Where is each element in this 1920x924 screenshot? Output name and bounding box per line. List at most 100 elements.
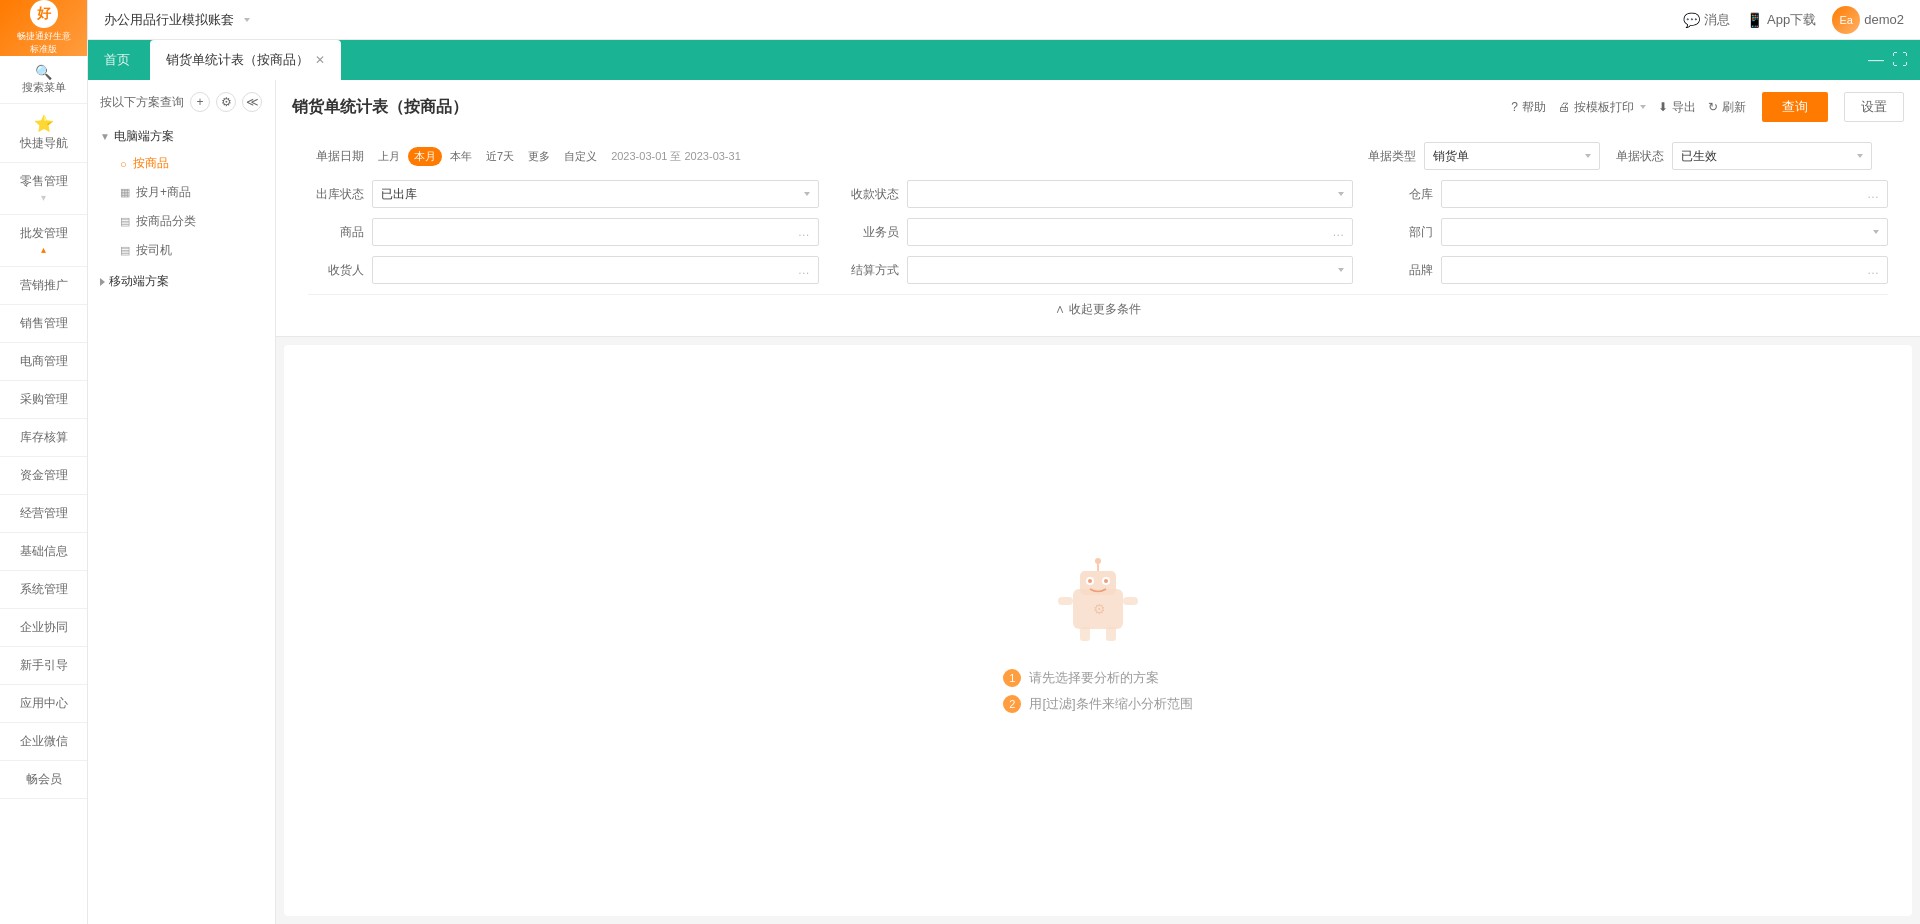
template-print-arrow-icon bbox=[1640, 105, 1646, 109]
sidebar-item-system-label: 系统管理 bbox=[4, 581, 83, 598]
doc-type-arrow-icon bbox=[1585, 154, 1591, 158]
main-panel: 销货单统计表（按商品） ? 帮助 🖨 按模板打印 bbox=[276, 80, 1920, 924]
goods-select[interactable]: … bbox=[372, 218, 819, 246]
scheme-item-by-category[interactable]: ▤ 按商品分类 bbox=[88, 207, 275, 236]
sidebar-item-sales[interactable]: 销售管理 bbox=[0, 305, 87, 343]
doc-type-value: 销货单 bbox=[1433, 148, 1469, 165]
receipt-status-label: 收款状态 bbox=[843, 186, 899, 203]
date-btn-thisyear[interactable]: 本年 bbox=[444, 147, 478, 166]
brand-dots[interactable]: … bbox=[1867, 263, 1879, 277]
sidebar-item-guide[interactable]: 新手引导 bbox=[0, 647, 87, 685]
svg-point-7 bbox=[1095, 558, 1101, 564]
payment-arrow-icon bbox=[1338, 268, 1344, 272]
sidebar-item-inventory[interactable]: 库存核算 bbox=[0, 419, 87, 457]
messages-button[interactable]: 💬 消息 bbox=[1683, 11, 1730, 29]
scheme-group-mobile[interactable]: 移动端方案 bbox=[88, 269, 275, 294]
sidebar-item-wholesale[interactable]: 批发管理 ▴ bbox=[0, 215, 87, 267]
sidebar-item-ecommerce[interactable]: 电商管理 bbox=[0, 343, 87, 381]
tab-maximize-icon[interactable]: ⛶ bbox=[1892, 52, 1908, 68]
app-logo[interactable]: 好 畅捷通好生意 标准版 bbox=[0, 0, 88, 56]
receipt-status-select[interactable] bbox=[907, 180, 1354, 208]
sidebar-item-marketing-label: 营销推广 bbox=[4, 277, 83, 294]
tab-close-icon[interactable]: ✕ bbox=[315, 54, 325, 66]
filter-area: 单据日期 上月 本月 本年 近7天 更多 自定义 2023-03-01 至 20… bbox=[292, 134, 1904, 336]
sidebar-item-wholesale-label: 批发管理 bbox=[4, 225, 83, 242]
scheme-item-by-month-goods[interactable]: ▦ 按月+商品 bbox=[88, 178, 275, 207]
page-header: 销货单统计表（按商品） ? 帮助 🖨 按模板打印 bbox=[276, 80, 1920, 337]
salesperson-label: 业务员 bbox=[843, 224, 899, 241]
scheme-item-by-category-icon: ▤ bbox=[120, 215, 130, 228]
collapse-button[interactable]: ∧ 收起更多条件 bbox=[308, 294, 1888, 324]
doc-status-select[interactable]: 已生效 bbox=[1672, 142, 1872, 170]
app-download-button[interactable]: 📱 App下载 bbox=[1746, 11, 1816, 29]
date-btn-thismonth[interactable]: 本月 bbox=[408, 147, 442, 166]
brand-select[interactable]: … bbox=[1441, 256, 1888, 284]
quick-nav-item[interactable]: ⭐ 快捷导航 bbox=[0, 104, 87, 163]
sidebar-item-member[interactable]: 畅会员 bbox=[0, 761, 87, 799]
user-avatar-area[interactable]: Ea demo2 bbox=[1832, 6, 1904, 34]
template-print-button[interactable]: 🖨 按模板打印 bbox=[1558, 99, 1646, 116]
warehouse-label: 仓库 bbox=[1377, 186, 1433, 203]
sidebar-item-enterprise[interactable]: 企业协同 bbox=[0, 609, 87, 647]
filter-row-1: 单据日期 上月 本月 本年 近7天 更多 自定义 2023-03-01 至 20… bbox=[308, 142, 1888, 170]
sidebar-item-wechat[interactable]: 企业微信 bbox=[0, 723, 87, 761]
date-btn-7days[interactable]: 近7天 bbox=[480, 147, 520, 166]
help-icon: ? bbox=[1511, 100, 1518, 114]
query-button[interactable]: 查询 bbox=[1762, 92, 1828, 122]
sidebar-item-appstore[interactable]: 应用中心 bbox=[0, 685, 87, 723]
warehouse-dots[interactable]: … bbox=[1867, 187, 1879, 201]
payment-select[interactable] bbox=[907, 256, 1354, 284]
scheme-tree: ▼ 电脑端方案 ○ 按商品 ▦ 按月+商品 ▤ 按商品分类 ▤ 按司机 bbox=[88, 120, 275, 298]
consignee-select[interactable]: … bbox=[372, 256, 819, 284]
date-btn-custom[interactable]: 自定义 bbox=[558, 147, 603, 166]
date-btn-lastmonth[interactable]: 上月 bbox=[372, 147, 406, 166]
tab-sales-stats[interactable]: 销货单统计表（按商品） ✕ bbox=[150, 40, 341, 80]
tab-minimize-icon[interactable]: — bbox=[1868, 52, 1884, 68]
empty-step-2: 2 用[过滤]条件来缩小分析范围 bbox=[1003, 695, 1192, 713]
app-name: 畅捷通好生意 bbox=[17, 30, 71, 43]
refresh-label: 刷新 bbox=[1722, 99, 1746, 116]
svg-rect-10 bbox=[1080, 627, 1090, 641]
help-button[interactable]: ? 帮助 bbox=[1511, 99, 1546, 116]
salesperson-dots[interactable]: … bbox=[1332, 225, 1344, 239]
workspace-dropdown-icon[interactable] bbox=[244, 18, 250, 22]
search-menu-item[interactable]: 🔍 搜索菜单 bbox=[0, 56, 87, 104]
sidebar-item-system[interactable]: 系统管理 bbox=[0, 571, 87, 609]
help-label: 帮助 bbox=[1522, 99, 1546, 116]
date-filter-label: 单据日期 bbox=[308, 148, 364, 165]
goods-dots[interactable]: … bbox=[798, 225, 810, 239]
scheme-item-by-goods[interactable]: ○ 按商品 bbox=[88, 149, 275, 178]
sidebar-item-operations[interactable]: 经营管理 bbox=[0, 495, 87, 533]
scheme-collapse-button[interactable]: ≪ bbox=[242, 92, 262, 112]
receipt-status-arrow-icon bbox=[1338, 192, 1344, 196]
department-select[interactable] bbox=[1441, 218, 1888, 246]
doc-status-label: 单据状态 bbox=[1608, 148, 1664, 165]
template-print-label: 按模板打印 bbox=[1574, 99, 1634, 116]
filter-row-4: 收货人 … 结算方式 bbox=[308, 256, 1888, 284]
sidebar-item-sales-label: 销售管理 bbox=[4, 315, 83, 332]
sidebar-item-purchase[interactable]: 采购管理 bbox=[0, 381, 87, 419]
scheme-item-by-driver[interactable]: ▤ 按司机 bbox=[88, 236, 275, 265]
tab-sales-stats-label: 销货单统计表（按商品） bbox=[166, 51, 309, 69]
settings-button[interactable]: 设置 bbox=[1844, 92, 1904, 122]
consignee-label: 收货人 bbox=[308, 262, 364, 279]
sidebar-item-marketing[interactable]: 营销推广 bbox=[0, 267, 87, 305]
tab-home[interactable]: 首页 bbox=[88, 40, 146, 80]
sidebar-item-retail[interactable]: 零售管理 ▾ bbox=[0, 163, 87, 215]
refresh-button[interactable]: ↻ 刷新 bbox=[1708, 99, 1746, 116]
sidebar-item-finance[interactable]: 资金管理 bbox=[0, 457, 87, 495]
warehouse-select[interactable]: … bbox=[1441, 180, 1888, 208]
scheme-settings-button[interactable]: ⚙ bbox=[216, 92, 236, 112]
doc-type-select[interactable]: 销货单 bbox=[1424, 142, 1600, 170]
export-button[interactable]: ⬇ 导出 bbox=[1658, 99, 1696, 116]
scheme-group-pc[interactable]: ▼ 电脑端方案 bbox=[88, 124, 275, 149]
tab-bar-right: — ⛶ bbox=[1868, 52, 1920, 68]
salesperson-select[interactable]: … bbox=[907, 218, 1354, 246]
sidebar-item-basic[interactable]: 基础信息 bbox=[0, 533, 87, 571]
consignee-dots[interactable]: … bbox=[798, 263, 810, 277]
scheme-add-button[interactable]: + bbox=[190, 92, 210, 112]
out-status-select[interactable]: 已出库 bbox=[372, 180, 819, 208]
sidebar-item-enterprise-label: 企业协同 bbox=[4, 619, 83, 636]
page-title: 销货单统计表（按商品） bbox=[292, 97, 468, 118]
date-btn-more[interactable]: 更多 bbox=[522, 147, 556, 166]
